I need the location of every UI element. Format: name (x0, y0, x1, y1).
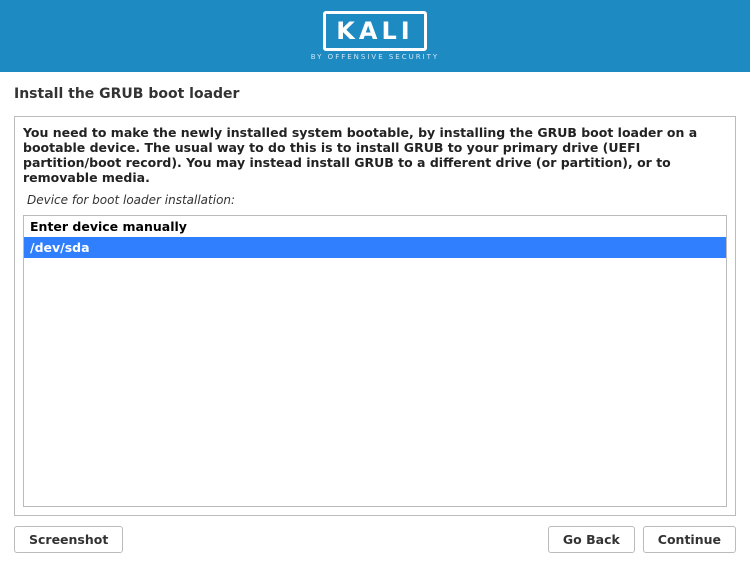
navigation-buttons: Go Back Continue (548, 526, 736, 553)
device-option-manual[interactable]: Enter device manually (24, 216, 726, 237)
device-option-sda[interactable]: /dev/sda (24, 237, 726, 258)
instruction-text: You need to make the newly installed sys… (23, 125, 727, 185)
go-back-button[interactable]: Go Back (548, 526, 635, 553)
main-content: Install the GRUB boot loader You need to… (0, 72, 750, 516)
installer-panel: You need to make the newly installed sys… (14, 116, 736, 516)
bottom-bar: Screenshot Go Back Continue (0, 516, 750, 565)
screenshot-button[interactable]: Screenshot (14, 526, 123, 553)
page-title: Install the GRUB boot loader (14, 86, 736, 102)
kali-logo: KALI (323, 11, 426, 51)
header-banner: KALI BY OFFENSIVE SECURITY (0, 0, 750, 72)
device-label: Device for boot loader installation: (23, 193, 727, 207)
tagline-text: BY OFFENSIVE SECURITY (311, 53, 439, 61)
device-list[interactable]: Enter device manually /dev/sda (23, 215, 727, 507)
continue-button[interactable]: Continue (643, 526, 736, 553)
logo-text: KALI (336, 17, 413, 45)
